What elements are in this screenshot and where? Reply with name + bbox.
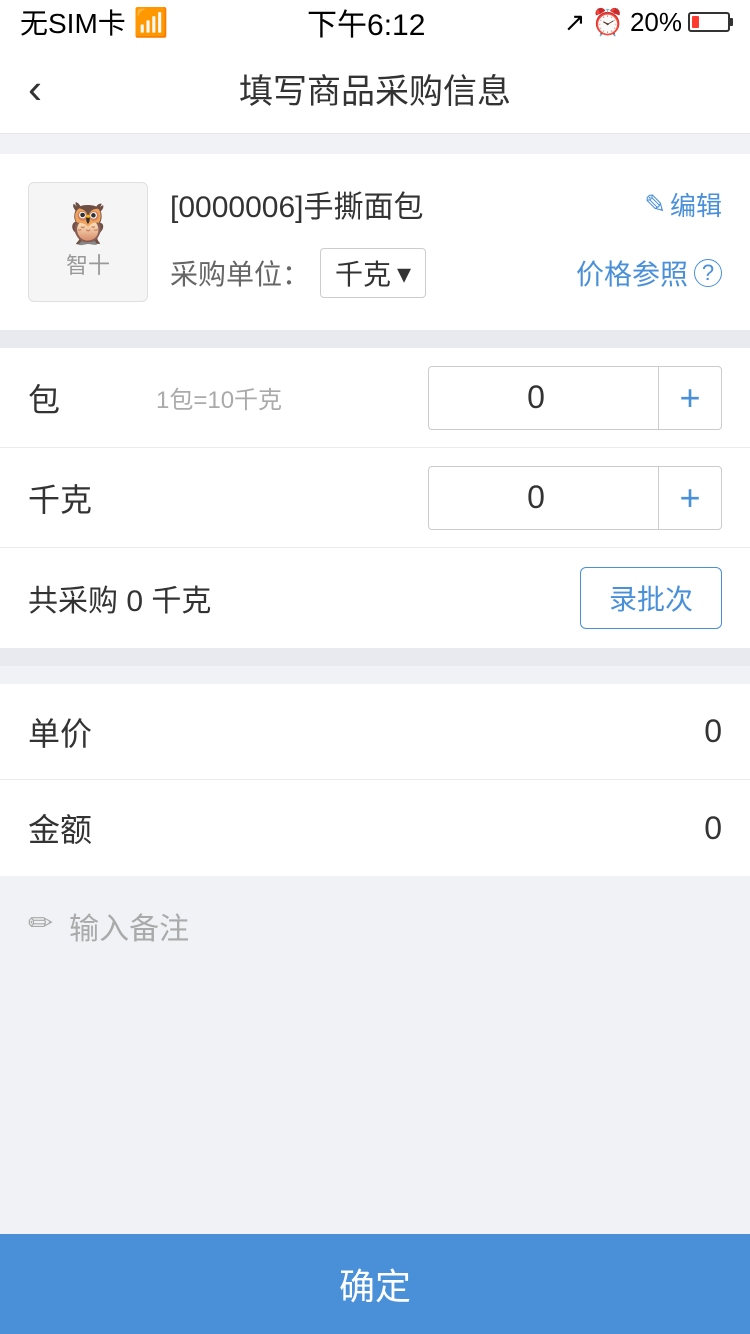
price-section: 单价 0 金额 0 bbox=[0, 684, 750, 876]
section-divider-1 bbox=[0, 330, 750, 348]
unit-value: 千克 bbox=[335, 253, 391, 293]
product-name-row: [0000006]手撕面包 ✎ 编辑 bbox=[170, 182, 722, 226]
product-info: [0000006]手撕面包 ✎ 编辑 采购单位： 千克 ▾ 价格参照 ? bbox=[170, 182, 722, 298]
product-card: 🦉 智十 [0000006]手撕面包 ✎ 编辑 采购单位： 千克 ▾ 价格参照 … bbox=[0, 154, 750, 330]
status-left: 无SIM卡 📶 bbox=[20, 2, 169, 42]
section-divider-2 bbox=[0, 648, 750, 666]
kg-input-row: 千克 + bbox=[0, 448, 750, 548]
amount-row: 金额 0 bbox=[0, 780, 750, 876]
notes-pencil-icon: ✏ bbox=[28, 906, 53, 941]
edit-icon: ✎ bbox=[644, 189, 666, 220]
edit-button[interactable]: ✎ 编辑 bbox=[644, 186, 722, 223]
price-ref-help-icon: ? bbox=[694, 259, 722, 287]
page-title: 填写商品采购信息 bbox=[239, 64, 511, 113]
price-ref-button[interactable]: 价格参照 ? bbox=[576, 253, 722, 293]
status-right: ↗ ⏰ 20% bbox=[564, 7, 730, 38]
kg-plus-button[interactable]: + bbox=[658, 466, 722, 530]
bao-plus-button[interactable]: + bbox=[658, 366, 722, 430]
input-section: 包 1包=10千克 + 千克 + bbox=[0, 348, 750, 548]
battery-pct: 20% bbox=[630, 7, 682, 38]
alarm-icon: ⏰ bbox=[592, 7, 624, 38]
notes-placeholder: 输入备注 bbox=[69, 904, 189, 948]
nav-bar: ‹ 填写商品采购信息 bbox=[0, 44, 750, 134]
unit-selector: 采购单位： 千克 ▾ bbox=[170, 248, 426, 298]
product-thumb-label: 智十 bbox=[66, 248, 110, 280]
product-thumbnail: 🦉 智十 bbox=[28, 182, 148, 302]
status-time: 下午6:12 bbox=[307, 0, 425, 44]
unit-price-label: 单价 bbox=[28, 709, 92, 755]
price-ref-label: 价格参照 bbox=[576, 253, 688, 293]
notes-section[interactable]: ✏ 输入备注 bbox=[0, 876, 750, 996]
dropdown-arrow-icon: ▾ bbox=[397, 257, 411, 290]
amount-label: 金额 bbox=[28, 805, 92, 851]
bao-label: 包 bbox=[28, 375, 148, 421]
battery-tip bbox=[730, 18, 733, 26]
total-quantity-label: 共采购 0 千克 bbox=[28, 576, 211, 620]
kg-label: 千克 bbox=[28, 475, 148, 521]
back-button[interactable]: ‹ bbox=[28, 65, 42, 113]
unit-row: 采购单位： 千克 ▾ 价格参照 ? bbox=[170, 248, 722, 298]
unit-prefix-label: 采购单位： bbox=[170, 253, 310, 293]
battery-icon bbox=[688, 12, 730, 32]
product-thumb-icon: 🦉 bbox=[63, 204, 113, 244]
bao-quantity-input[interactable] bbox=[428, 366, 658, 430]
bao-input-right: + bbox=[428, 366, 722, 430]
battery-fill bbox=[692, 16, 699, 28]
amount-value: 0 bbox=[704, 810, 722, 847]
unit-price-value: 0 bbox=[704, 713, 722, 750]
edit-label: 编辑 bbox=[670, 186, 722, 223]
product-name: [0000006]手撕面包 bbox=[170, 182, 423, 226]
bao-input-row: 包 1包=10千克 + bbox=[0, 348, 750, 448]
confirm-button[interactable]: 确定 bbox=[0, 1234, 750, 1334]
batch-button[interactable]: 录批次 bbox=[580, 567, 722, 629]
status-bar: 无SIM卡 📶 下午6:12 ↗ ⏰ 20% bbox=[0, 0, 750, 44]
kg-quantity-input[interactable] bbox=[428, 466, 658, 530]
unit-price-row: 单价 0 bbox=[0, 684, 750, 780]
total-row: 共采购 0 千克 录批次 bbox=[0, 548, 750, 648]
carrier-label: 无SIM卡 bbox=[20, 2, 126, 42]
kg-input-right: + bbox=[428, 466, 722, 530]
unit-dropdown[interactable]: 千克 ▾ bbox=[320, 248, 426, 298]
wifi-icon: 📶 bbox=[134, 6, 169, 39]
location-icon: ↗ bbox=[564, 7, 586, 38]
bao-sublabel: 1包=10千克 bbox=[156, 380, 282, 415]
